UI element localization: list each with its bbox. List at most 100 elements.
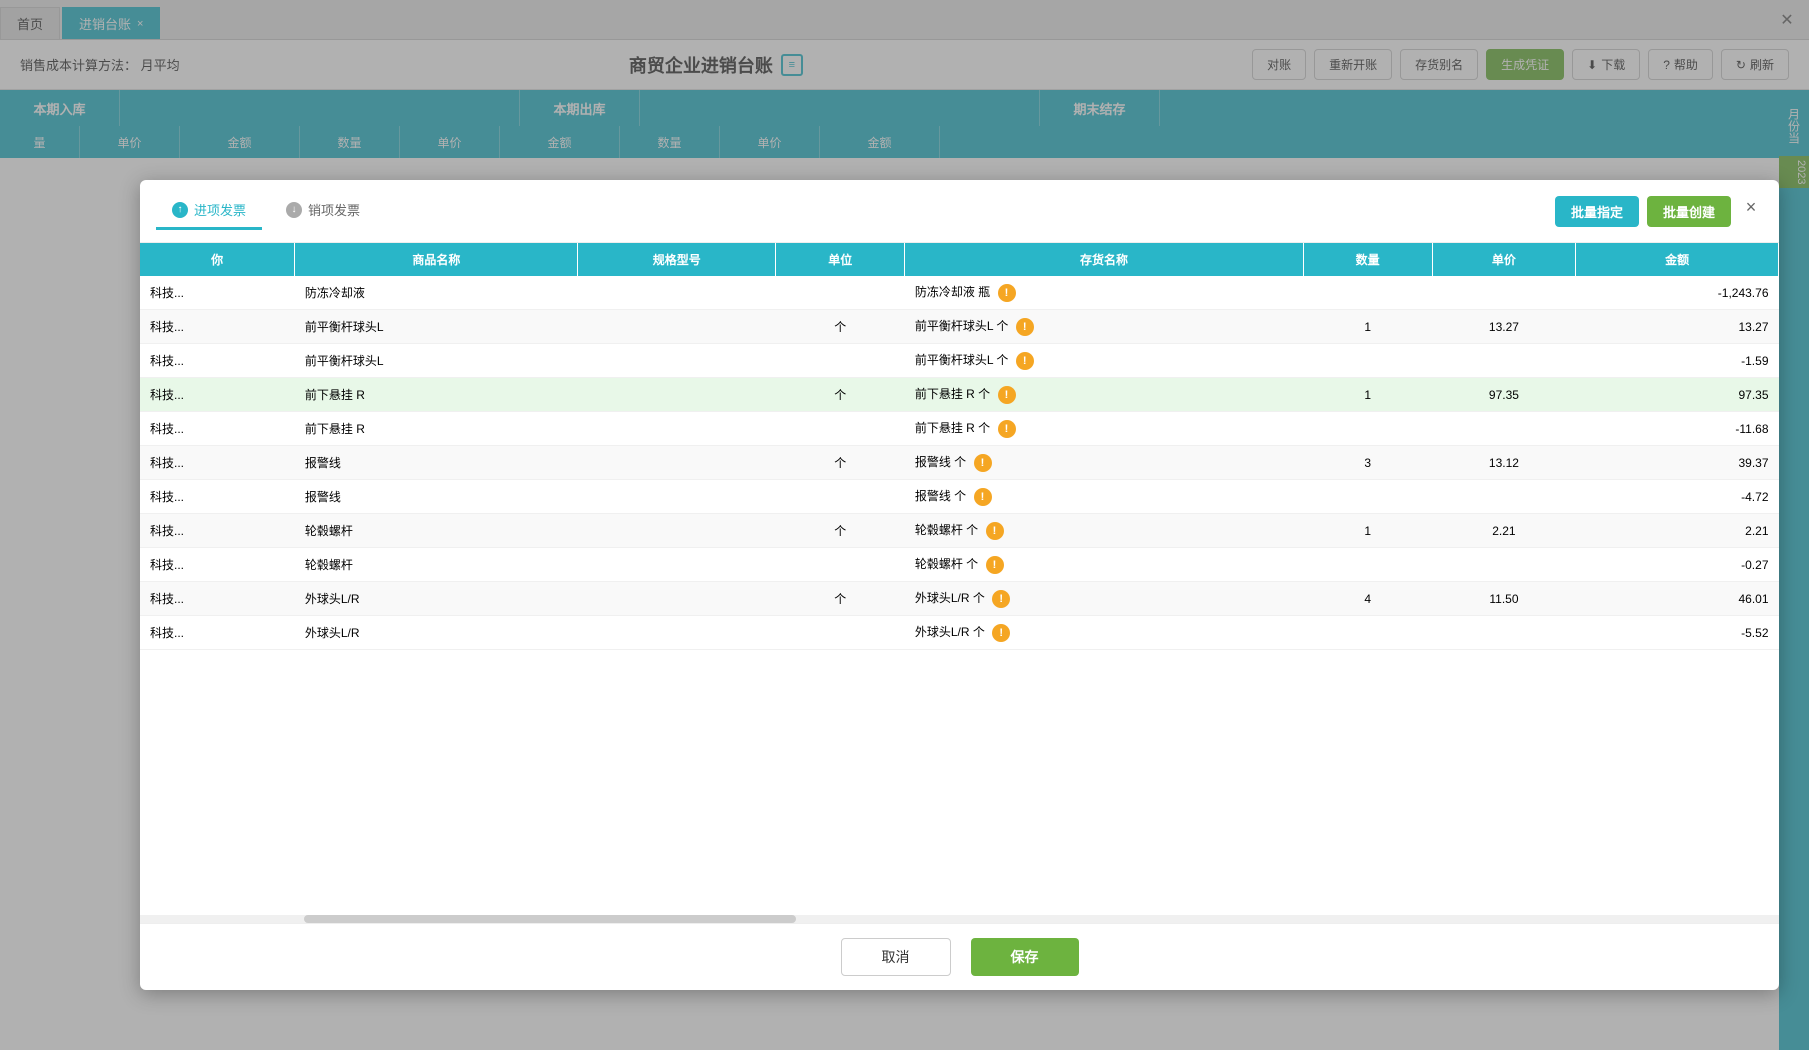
table-row[interactable]: 科技... 前下悬挂 R 个 前下悬挂 R 个 ! 1 97.35 97.35 <box>140 378 1779 412</box>
modal-dialog: ↑ 进项发票 ↓ 销项发票 批量指定 批量创建 × 你 商品名称 规格型号 单位… <box>140 180 1779 990</box>
cell-inventory: 轮毂螺杆 个 ! <box>905 548 1303 582</box>
save-button[interactable]: 保存 <box>971 938 1079 976</box>
batch-assign-button[interactable]: 批量指定 <box>1555 196 1639 227</box>
th-price: 单价 <box>1432 243 1575 276</box>
modal-footer: 取消 保存 <box>140 923 1779 990</box>
cell-unit: 个 <box>776 310 905 344</box>
cell-price: 13.27 <box>1432 310 1575 344</box>
table-row[interactable]: 科技... 前平衡杆球头L 前平衡杆球头L 个 ! -1.59 <box>140 344 1779 378</box>
table-row[interactable]: 科技... 轮毂螺杆 轮毂螺杆 个 ! -0.27 <box>140 548 1779 582</box>
cell-price <box>1432 412 1575 446</box>
cell-qty: 1 <box>1303 378 1432 412</box>
tab-xiaoxiang[interactable]: ↓ 销项发票 <box>270 192 376 230</box>
warn-icon: ! <box>998 386 1016 404</box>
batch-create-button[interactable]: 批量创建 <box>1647 196 1731 227</box>
table-row[interactable]: 科技... 报警线 报警线 个 ! -4.72 <box>140 480 1779 514</box>
cell-amount: -1.59 <box>1576 344 1779 378</box>
cell-company: 科技... <box>140 582 295 616</box>
table-row[interactable]: 科技... 报警线 个 报警线 个 ! 3 13.12 39.37 <box>140 446 1779 480</box>
cell-price: 13.12 <box>1432 446 1575 480</box>
cell-unit: 个 <box>776 582 905 616</box>
cell-company: 科技... <box>140 310 295 344</box>
cell-qty <box>1303 480 1432 514</box>
cell-inventory: 前下悬挂 R 个 ! <box>905 378 1303 412</box>
cell-amount: -0.27 <box>1576 548 1779 582</box>
modal-header-buttons: 批量指定 批量创建 × <box>1555 196 1763 227</box>
cell-spec <box>578 412 776 446</box>
cell-spec <box>578 616 776 650</box>
cell-product: 报警线 <box>295 480 578 514</box>
cell-price <box>1432 616 1575 650</box>
cell-amount: -11.68 <box>1576 412 1779 446</box>
table-row[interactable]: 科技... 外球头L/R 外球头L/R 个 ! -5.52 <box>140 616 1779 650</box>
cell-spec <box>578 582 776 616</box>
warn-icon: ! <box>1016 318 1034 336</box>
cell-company: 科技... <box>140 548 295 582</box>
tab-jinxiang[interactable]: ↑ 进项发票 <box>156 192 262 230</box>
cell-spec <box>578 480 776 514</box>
cell-amount: 2.21 <box>1576 514 1779 548</box>
cell-amount: 46.01 <box>1576 582 1779 616</box>
cell-qty <box>1303 616 1432 650</box>
xiaoxiang-tab-icon: ↓ <box>286 202 302 218</box>
th-inventory: 存货名称 <box>905 243 1303 276</box>
cell-price: 2.21 <box>1432 514 1575 548</box>
warn-icon: ! <box>986 556 1004 574</box>
cell-product: 外球头L/R <box>295 582 578 616</box>
modal-table: 你 商品名称 规格型号 单位 存货名称 数量 单价 金额 科技... 防冻冷却液… <box>140 243 1779 650</box>
cell-company: 科技... <box>140 276 295 310</box>
modal-scrollbar[interactable] <box>140 915 1779 923</box>
cell-spec <box>578 514 776 548</box>
cell-amount: 13.27 <box>1576 310 1779 344</box>
table-row[interactable]: 科技... 防冻冷却液 防冻冷却液 瓶 ! -1,243.76 <box>140 276 1779 310</box>
warn-icon: ! <box>974 454 992 472</box>
table-row[interactable]: 科技... 轮毂螺杆 个 轮毂螺杆 个 ! 1 2.21 2.21 <box>140 514 1779 548</box>
cell-unit: 个 <box>776 378 905 412</box>
cell-spec <box>578 276 776 310</box>
table-row[interactable]: 科技... 外球头L/R 个 外球头L/R 个 ! 4 11.50 46.01 <box>140 582 1779 616</box>
cell-inventory: 轮毂螺杆 个 ! <box>905 514 1303 548</box>
cell-product: 外球头L/R <box>295 616 578 650</box>
cell-amount: 39.37 <box>1576 446 1779 480</box>
th-spec: 规格型号 <box>578 243 776 276</box>
cell-inventory: 报警线 个 ! <box>905 480 1303 514</box>
cell-amount: -1,243.76 <box>1576 276 1779 310</box>
warn-icon: ! <box>986 522 1004 540</box>
cell-spec <box>578 378 776 412</box>
cell-inventory: 外球头L/R 个 ! <box>905 616 1303 650</box>
modal-close-button[interactable]: × <box>1739 196 1763 220</box>
cell-qty: 3 <box>1303 446 1432 480</box>
cell-price: 11.50 <box>1432 582 1575 616</box>
jinxiang-tab-icon: ↑ <box>172 202 188 218</box>
modal-table-wrap: 你 商品名称 规格型号 单位 存货名称 数量 单价 金额 科技... 防冻冷却液… <box>140 243 1779 915</box>
modal-scrollbar-thumb[interactable] <box>304 915 796 923</box>
cell-amount: 97.35 <box>1576 378 1779 412</box>
cell-price: 97.35 <box>1432 378 1575 412</box>
cell-inventory: 前平衡杆球头L 个 ! <box>905 344 1303 378</box>
cell-company: 科技... <box>140 344 295 378</box>
cell-unit: 个 <box>776 446 905 480</box>
cell-qty <box>1303 344 1432 378</box>
cell-product: 报警线 <box>295 446 578 480</box>
warn-icon: ! <box>998 284 1016 302</box>
cancel-button[interactable]: 取消 <box>841 938 951 976</box>
cell-qty: 1 <box>1303 310 1432 344</box>
cell-unit <box>776 412 905 446</box>
cell-spec <box>578 446 776 480</box>
table-row[interactable]: 科技... 前平衡杆球头L 个 前平衡杆球头L 个 ! 1 13.27 13.2… <box>140 310 1779 344</box>
cell-product: 前平衡杆球头L <box>295 310 578 344</box>
cell-company: 科技... <box>140 378 295 412</box>
cell-company: 科技... <box>140 514 295 548</box>
cell-unit: 个 <box>776 514 905 548</box>
warn-icon: ! <box>992 590 1010 608</box>
table-row[interactable]: 科技... 前下悬挂 R 前下悬挂 R 个 ! -11.68 <box>140 412 1779 446</box>
cell-qty <box>1303 412 1432 446</box>
warn-icon: ! <box>1016 352 1034 370</box>
cell-unit <box>776 548 905 582</box>
cell-product: 前下悬挂 R <box>295 378 578 412</box>
cell-amount: -4.72 <box>1576 480 1779 514</box>
cell-qty <box>1303 548 1432 582</box>
th-company: 你 <box>140 243 295 276</box>
cell-company: 科技... <box>140 412 295 446</box>
cell-company: 科技... <box>140 616 295 650</box>
